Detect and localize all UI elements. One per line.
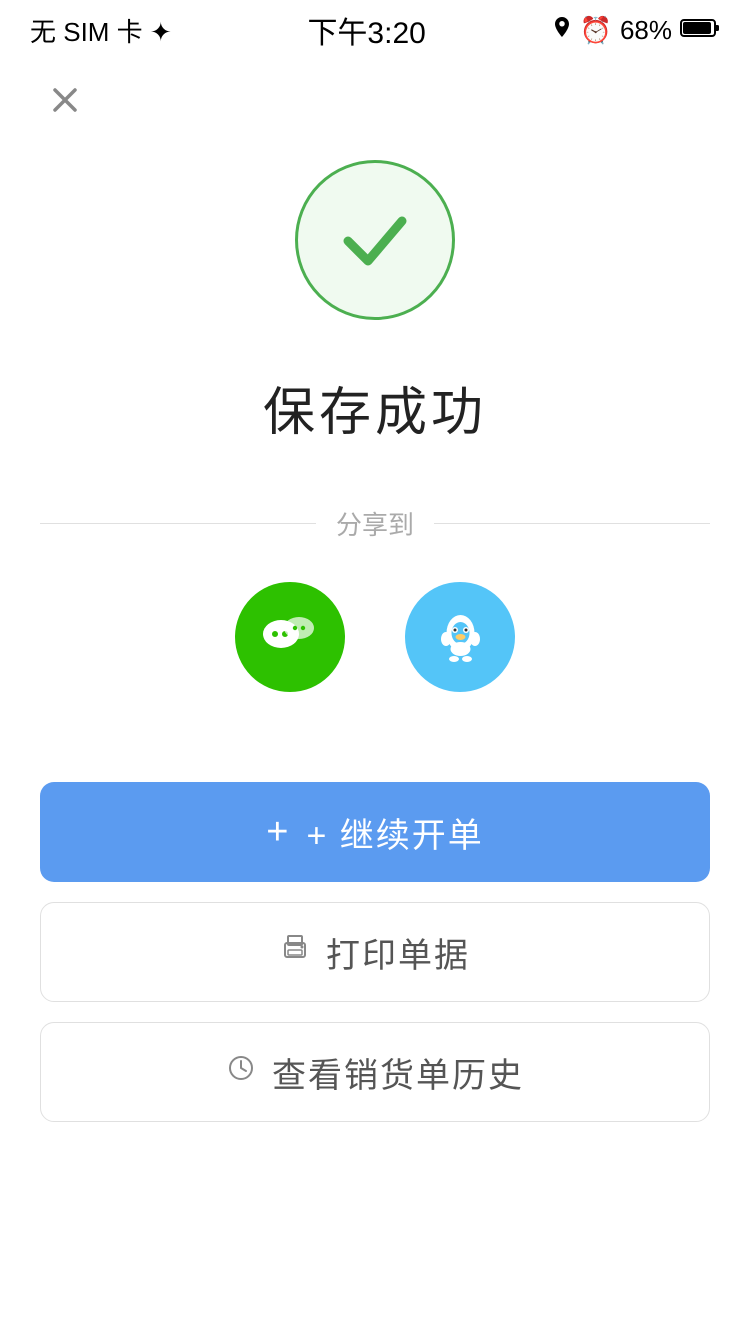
share-line-right <box>434 523 710 524</box>
battery-text: 68% <box>620 15 672 46</box>
continue-button[interactable]: + + 继续开单 <box>40 782 710 882</box>
alarm-icon: ⏰ <box>580 15 612 46</box>
status-time: 下午3:20 <box>307 8 425 52</box>
share-line-left <box>40 523 316 524</box>
share-label: 分享到 <box>316 505 434 542</box>
share-divider: 分享到 <box>0 505 750 542</box>
status-right: ⏰ 68% <box>552 15 720 46</box>
status-bar: 无 SIM 卡 ✦ 下午3:20 ⏰ 68% <box>0 0 750 60</box>
plus-icon: + <box>266 811 290 854</box>
success-icon <box>295 160 455 320</box>
status-left: 无 SIM 卡 ✦ <box>30 12 182 49</box>
main-content: 保存成功 分享到 <box>0 60 750 1122</box>
share-section: 分享到 <box>0 505 750 692</box>
share-icons <box>235 582 515 692</box>
success-title: 保存成功 <box>263 370 487 445</box>
continue-label: + 继续开单 <box>306 808 483 857</box>
battery-icon <box>680 15 720 46</box>
history-button[interactable]: 查看销货单历史 <box>40 1022 710 1122</box>
qq-share-button[interactable] <box>405 582 515 692</box>
print-label: 打印单据 <box>326 928 470 977</box>
print-button[interactable]: 打印单据 <box>40 902 710 1002</box>
sim-status: 无 SIM 卡 ✦ <box>30 12 172 49</box>
history-label: 查看销货单历史 <box>272 1048 524 1097</box>
wechat-share-button[interactable] <box>235 582 345 692</box>
action-buttons: + + 继续开单 打印单据 查看销货单历史 <box>0 782 750 1122</box>
close-button[interactable] <box>40 75 90 125</box>
location-icon <box>552 15 572 46</box>
print-icon <box>280 933 310 971</box>
history-icon <box>226 1053 256 1091</box>
